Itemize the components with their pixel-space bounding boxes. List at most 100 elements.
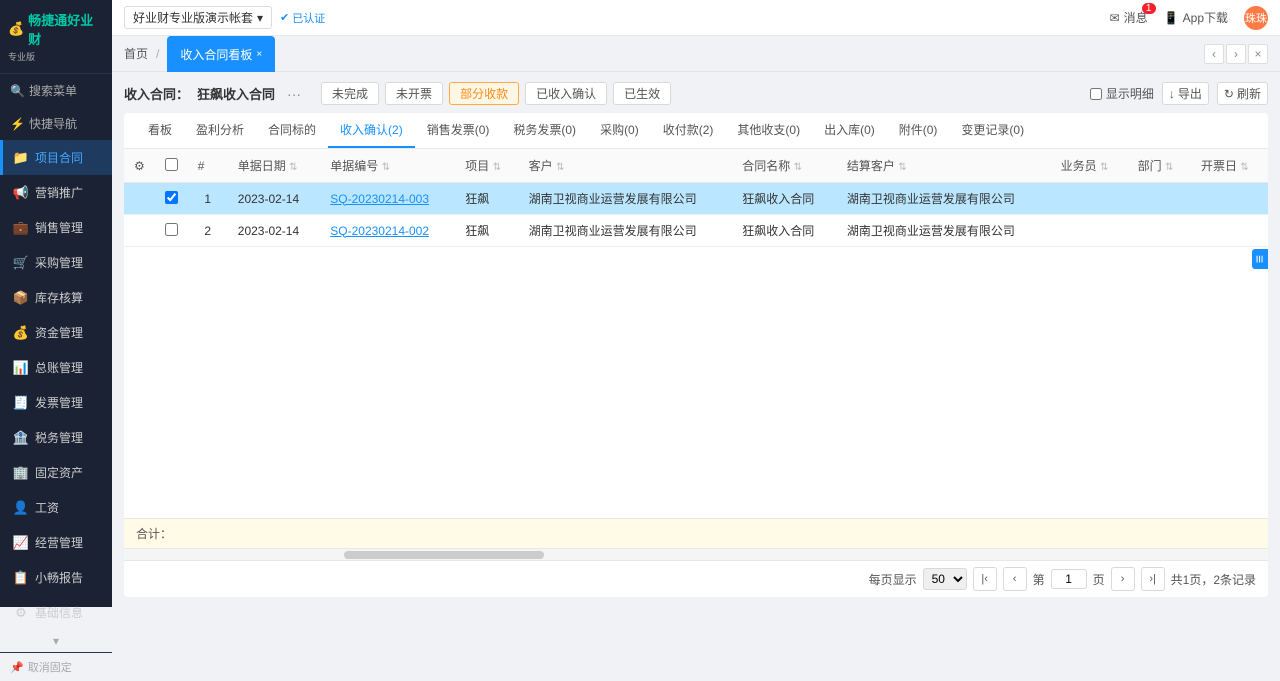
tab-outbound[interactable]: 出入库(0): [812, 113, 887, 148]
search-icon: 🔍: [10, 84, 25, 98]
row-check[interactable]: [155, 183, 188, 215]
sidebar-item-sales[interactable]: 💼 销售管理: [0, 210, 112, 245]
show-detail-checkbox[interactable]: [1090, 88, 1102, 100]
status-uninvoiced[interactable]: 未开票: [385, 82, 443, 105]
tab-income-confirm[interactable]: 收入确认(2): [328, 113, 415, 148]
company-selector[interactable]: 好业财专业版演示帐套 ▾: [124, 6, 272, 29]
col-customer-header[interactable]: 客户 ⇅: [519, 149, 733, 183]
sort-date-icon: ⇅: [289, 162, 297, 173]
page-prev-button[interactable]: ‹: [1003, 567, 1027, 591]
page-first-button[interactable]: |‹: [973, 567, 997, 591]
page-label: 页: [1093, 571, 1105, 588]
sidebar-item-project[interactable]: 📁 项目合同: [0, 140, 112, 175]
app-download-button[interactable]: 📱 App下载: [1164, 9, 1228, 26]
tab-sales-invoice[interactable]: 销售发票(0): [415, 113, 502, 148]
page-next-button[interactable]: ›: [1111, 567, 1135, 591]
sidebar-item-report[interactable]: 📋 小畅报告: [0, 560, 112, 595]
col-date-header[interactable]: 单据日期 ⇅: [228, 149, 321, 183]
sidebar-item-general[interactable]: 📊 总账管理: [0, 350, 112, 385]
page-last-button[interactable]: ›|: [1141, 567, 1165, 591]
status-effective[interactable]: 已生效: [613, 82, 671, 105]
col-orderno-header[interactable]: 单据编号 ⇅: [320, 149, 455, 183]
row-salesperson: [1051, 183, 1128, 215]
sidebar-item-marketing[interactable]: 📢 营销推广: [0, 175, 112, 210]
col-department-header[interactable]: 部门 ⇅: [1128, 149, 1191, 183]
col-project-label: 项目: [465, 159, 489, 173]
avatar-image: 珠珠: [1244, 6, 1268, 30]
col-gear-header[interactable]: ⚙: [124, 149, 155, 183]
message-button[interactable]: ✉ 1 消息: [1110, 9, 1148, 26]
status-confirmed[interactable]: 已收入确认: [525, 82, 607, 105]
col-opendate-header[interactable]: 开票日 ⇅: [1191, 149, 1268, 183]
sidebar-scroll-down[interactable]: ▾: [0, 630, 112, 652]
gear-icon: ⚙: [134, 159, 145, 173]
refresh-button[interactable]: ↻ 刷新: [1217, 82, 1268, 105]
col-check-header[interactable]: [155, 149, 188, 183]
sort-project-icon: ⇅: [493, 162, 501, 173]
status-uncomplete[interactable]: 未完成: [321, 82, 379, 105]
tab-tax-invoice[interactable]: 税务发票(0): [501, 113, 588, 148]
show-detail-toggle[interactable]: 显示明细: [1090, 85, 1154, 102]
hr-icon: 👤: [13, 500, 29, 516]
row-salesperson: [1051, 215, 1128, 247]
sidebar-item-fixed-assets[interactable]: 🏢 固定资产: [0, 455, 112, 490]
general-icon: 📊: [13, 360, 29, 376]
table-row[interactable]: 1 2023-02-14 SQ-20230214-003 狂飙 湖南卫视商业运营…: [124, 183, 1268, 215]
row-orderno[interactable]: SQ-20230214-003: [320, 183, 455, 215]
scrollbar-thumb[interactable]: [344, 551, 544, 559]
row-orderno[interactable]: SQ-20230214-002: [320, 215, 455, 247]
tab-other-income[interactable]: 其他收支(0): [725, 113, 812, 148]
sidebar-item-inventory[interactable]: 📦 库存核算: [0, 280, 112, 315]
tab-contract-standard[interactable]: 合同标的: [256, 113, 328, 148]
tab-change-log[interactable]: 变更记录(0): [949, 113, 1036, 148]
sidebar-item-tax[interactable]: 🏦 税务管理: [0, 420, 112, 455]
col-salesperson-header[interactable]: 业务员 ⇅: [1051, 149, 1128, 183]
sort-opendate-icon: ⇅: [1240, 162, 1248, 173]
row-opendate: [1191, 183, 1268, 215]
horizontal-scrollbar[interactable]: [124, 548, 1268, 560]
tab-close-icon[interactable]: ×: [256, 49, 262, 60]
tab-close-arrow[interactable]: ×: [1248, 44, 1268, 64]
page-input[interactable]: [1051, 569, 1087, 589]
row-gear: [124, 183, 155, 215]
sidebar-quick-nav[interactable]: ⚡ 快捷导航: [0, 107, 112, 140]
sidebar-item-label: 销售管理: [35, 219, 83, 236]
tab-purchase[interactable]: 采购(0): [588, 113, 651, 148]
sidebar-item-capital[interactable]: 💰 资金管理: [0, 315, 112, 350]
tab-prev-arrow[interactable]: ‹: [1204, 44, 1224, 64]
tab-profit[interactable]: 盈利分析: [184, 113, 256, 148]
status-partial-received[interactable]: 部分收款: [449, 82, 519, 105]
message-icon: ✉: [1110, 11, 1120, 25]
tab-income-contract[interactable]: 收入合同看板 ×: [167, 36, 275, 72]
page-size-select[interactable]: 50: [923, 568, 967, 590]
sidebar-item-basic[interactable]: ⚙ 基础信息: [0, 595, 112, 630]
row-number: 1: [188, 183, 228, 215]
row-date: 2023-02-14: [228, 183, 321, 215]
purchase-icon: 🛒: [13, 255, 29, 271]
sidebar-item-purchase[interactable]: 🛒 采购管理: [0, 245, 112, 280]
tab-payment[interactable]: 收付款(2): [651, 113, 726, 148]
col-project-header[interactable]: 项目 ⇅: [455, 149, 518, 183]
sidebar-item-hr[interactable]: 👤 工资: [0, 490, 112, 525]
export-button[interactable]: ↓ 导出: [1162, 82, 1209, 105]
right-panel-toggle[interactable]: ≡: [1252, 249, 1268, 269]
user-avatar[interactable]: 珠珠: [1244, 6, 1268, 30]
col-no-header: #: [188, 149, 228, 183]
sort-settlecustomer-icon: ⇅: [898, 162, 906, 173]
table-row[interactable]: 2 2023-02-14 SQ-20230214-002 狂飙 湖南卫视商业运营…: [124, 215, 1268, 247]
sidebar-search[interactable]: 🔍 搜索菜单: [0, 74, 112, 107]
col-settlecustomer-header[interactable]: 结算客户 ⇅: [837, 149, 1051, 183]
sidebar-item-business[interactable]: 📈 经营管理: [0, 525, 112, 560]
sidebar-item-invoice[interactable]: 🧾 发票管理: [0, 385, 112, 420]
col-contractname-header[interactable]: 合同名称 ⇅: [732, 149, 837, 183]
avatar-initials: 珠珠: [1245, 10, 1267, 26]
unpin-button[interactable]: 📌 取消固定: [0, 652, 112, 681]
more-button[interactable]: ···: [283, 86, 305, 102]
tab-attachment[interactable]: 附件(0): [887, 113, 950, 148]
tab-next-arrow[interactable]: ›: [1226, 44, 1246, 64]
select-all-checkbox[interactable]: [165, 158, 178, 171]
row-check[interactable]: [155, 215, 188, 247]
tab-kanban[interactable]: 看板: [136, 113, 184, 148]
sidebar-item-label: 发票管理: [35, 394, 83, 411]
breadcrumb-home[interactable]: 首页: [124, 45, 148, 62]
